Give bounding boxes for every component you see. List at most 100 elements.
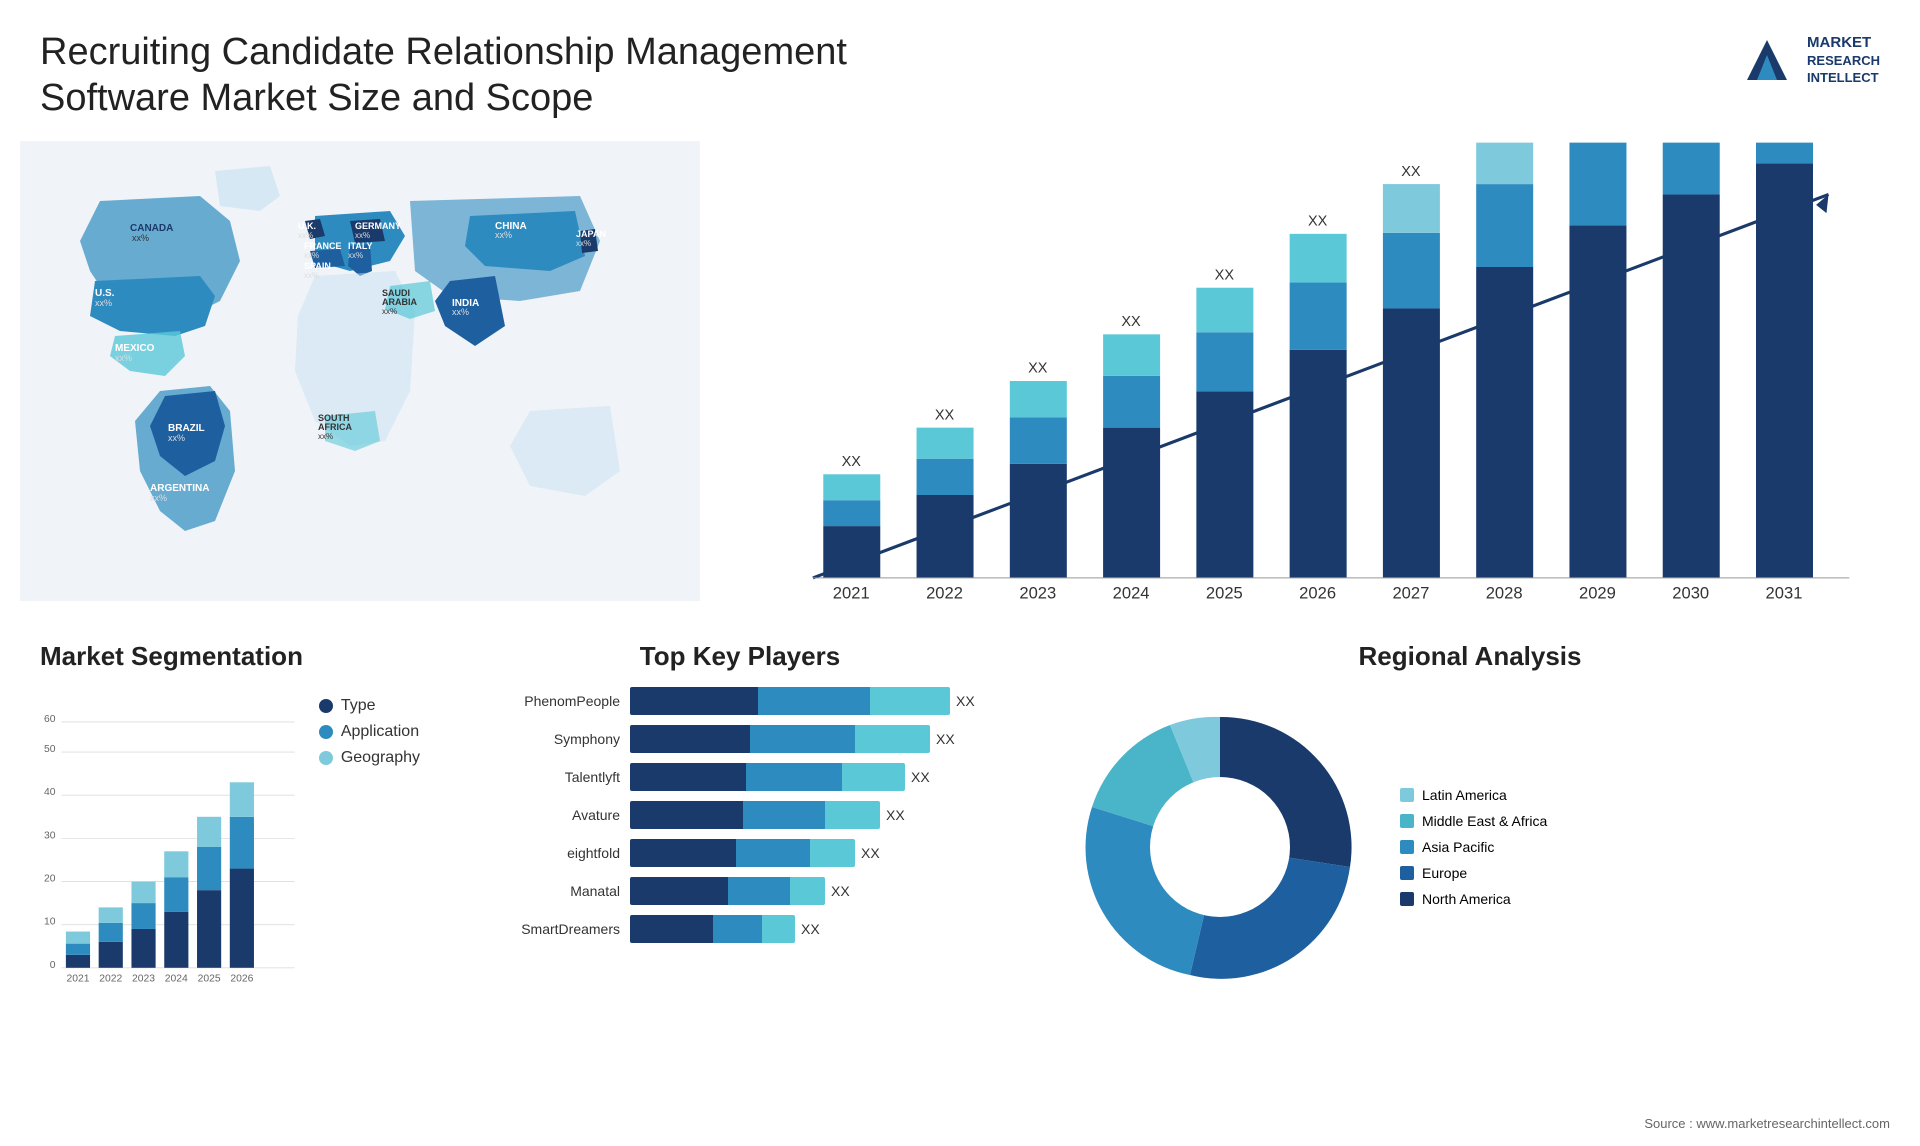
player-bar-container: XX bbox=[630, 725, 1000, 753]
svg-text:SPAIN: SPAIN bbox=[304, 261, 331, 271]
legend-dot-geography bbox=[319, 751, 333, 765]
svg-text:xx%: xx% bbox=[304, 271, 319, 280]
players-section: Top Key Players PhenomPeople XX Symphony bbox=[460, 631, 1020, 1121]
segmentation-chart: 0 10 20 30 40 50 60 bbox=[40, 687, 299, 1007]
svg-text:2028: 2028 bbox=[1486, 584, 1523, 603]
regional-legend-dot bbox=[1400, 892, 1414, 906]
player-bar bbox=[630, 763, 905, 791]
world-map: CANADA xx% U.S. xx% MEXICO xx% BRAZIL xx… bbox=[20, 141, 700, 601]
svg-text:xx%: xx% bbox=[304, 251, 319, 260]
svg-text:AFRICA: AFRICA bbox=[318, 422, 352, 432]
svg-text:FRANCE: FRANCE bbox=[304, 241, 342, 251]
svg-text:xx%: xx% bbox=[495, 230, 512, 240]
svg-text:xx%: xx% bbox=[168, 433, 185, 443]
player-name: Talentlyft bbox=[480, 769, 620, 785]
logo-icon bbox=[1737, 30, 1797, 90]
svg-text:xx%: xx% bbox=[150, 493, 167, 503]
svg-text:2022: 2022 bbox=[926, 584, 963, 603]
regional-section: Regional Analysis bbox=[1040, 631, 1900, 1121]
svg-text:2023: 2023 bbox=[1019, 584, 1056, 603]
player-bar-container: XX bbox=[630, 877, 1000, 905]
regional-legend-item-europe: Europe bbox=[1400, 865, 1547, 881]
svg-text:XX: XX bbox=[842, 454, 862, 470]
regional-legend-item-north-america: North America bbox=[1400, 891, 1547, 907]
source-text: Source : www.marketresearchintellect.com bbox=[1644, 1116, 1890, 1131]
player-row: Manatal XX bbox=[480, 877, 1000, 905]
logo-text: MARKET RESEARCH INTELLECT bbox=[1807, 33, 1880, 86]
svg-text:XX: XX bbox=[935, 408, 955, 424]
player-bar bbox=[630, 687, 950, 715]
player-bar bbox=[630, 877, 825, 905]
svg-text:xx%: xx% bbox=[132, 233, 149, 243]
page-title: Recruiting Candidate Relationship Manage… bbox=[40, 30, 940, 121]
player-name: PhenomPeople bbox=[480, 693, 620, 709]
player-name: SmartDreamers bbox=[480, 921, 620, 937]
legend-dot-type bbox=[319, 699, 333, 713]
player-name: eightfold bbox=[480, 845, 620, 861]
player-bar bbox=[630, 801, 880, 829]
regional-legend-dot bbox=[1400, 866, 1414, 880]
player-bar-container: XX bbox=[630, 687, 1000, 715]
svg-text:xx%: xx% bbox=[382, 307, 397, 316]
svg-text:2025: 2025 bbox=[1206, 584, 1243, 603]
svg-text:2025: 2025 bbox=[198, 974, 221, 985]
svg-text:ARABIA: ARABIA bbox=[382, 297, 417, 307]
regional-title: Regional Analysis bbox=[1060, 641, 1880, 672]
segmentation-legend: Type Application Geography bbox=[319, 697, 420, 767]
svg-text:XX: XX bbox=[1121, 314, 1141, 330]
svg-text:2022: 2022 bbox=[99, 974, 122, 985]
player-bar bbox=[630, 839, 855, 867]
donut-container: Latin America Middle East & Africa Asia … bbox=[1060, 687, 1880, 1007]
svg-text:GERMANY: GERMANY bbox=[355, 221, 401, 231]
svg-text:2030: 2030 bbox=[1672, 584, 1709, 603]
player-bar-container: XX bbox=[630, 839, 1000, 867]
donut-chart bbox=[1070, 697, 1370, 997]
svg-text:2027: 2027 bbox=[1392, 584, 1429, 603]
svg-text:xx%: xx% bbox=[115, 353, 132, 363]
legend-item-application: Application bbox=[319, 723, 420, 741]
player-row: eightfold XX bbox=[480, 839, 1000, 867]
regional-legend: Latin America Middle East & Africa Asia … bbox=[1400, 787, 1547, 907]
legend-item-type: Type bbox=[319, 697, 420, 715]
svg-text:2024: 2024 bbox=[165, 974, 188, 985]
regional-legend-item-latin-america: Latin America bbox=[1400, 787, 1547, 803]
map-section: CANADA xx% U.S. xx% MEXICO xx% BRAZIL xx… bbox=[20, 141, 700, 601]
legend-item-geography: Geography bbox=[319, 749, 420, 767]
player-bar-container: XX bbox=[630, 801, 1000, 829]
svg-text:0: 0 bbox=[50, 960, 56, 971]
player-bar-container: XX bbox=[630, 915, 1000, 943]
bottom-content: Market Segmentation 0 10 20 30 40 50 60 bbox=[0, 621, 1920, 1121]
svg-text:2021: 2021 bbox=[66, 974, 89, 985]
svg-text:2023: 2023 bbox=[132, 974, 155, 985]
regional-legend-item-asia-pacific: Asia Pacific bbox=[1400, 839, 1547, 855]
svg-text:XX: XX bbox=[1028, 361, 1048, 377]
player-row: PhenomPeople XX bbox=[480, 687, 1000, 715]
svg-text:30: 30 bbox=[44, 831, 56, 842]
player-name: Symphony bbox=[480, 731, 620, 747]
svg-text:2029: 2029 bbox=[1579, 584, 1616, 603]
main-content: CANADA xx% U.S. xx% MEXICO xx% BRAZIL xx… bbox=[0, 141, 1920, 621]
svg-text:xx%: xx% bbox=[576, 239, 591, 248]
growth-chart-section: XX XX XX XX XX XX bbox=[700, 141, 1900, 621]
player-row: SmartDreamers XX bbox=[480, 915, 1000, 943]
svg-text:xx%: xx% bbox=[355, 231, 370, 240]
regional-legend-item-mea: Middle East & Africa bbox=[1400, 813, 1547, 829]
svg-text:xx%: xx% bbox=[95, 298, 112, 308]
svg-text:20: 20 bbox=[44, 874, 56, 885]
svg-text:xx%: xx% bbox=[452, 307, 469, 317]
svg-text:40: 40 bbox=[44, 787, 56, 798]
segmentation-wrapper: 0 10 20 30 40 50 60 bbox=[40, 687, 420, 1007]
svg-text:JAPAN: JAPAN bbox=[576, 229, 606, 239]
player-row: Symphony XX bbox=[480, 725, 1000, 753]
player-name: Manatal bbox=[480, 883, 620, 899]
svg-text:50: 50 bbox=[44, 744, 56, 755]
svg-text:2026: 2026 bbox=[230, 974, 253, 985]
header: Recruiting Candidate Relationship Manage… bbox=[0, 0, 1920, 141]
player-bar bbox=[630, 725, 930, 753]
svg-text:2024: 2024 bbox=[1113, 584, 1150, 603]
svg-text:2026: 2026 bbox=[1299, 584, 1336, 603]
logo-area: MARKET RESEARCH INTELLECT bbox=[1737, 30, 1880, 90]
growth-chart: XX XX XX XX XX XX bbox=[730, 141, 1870, 621]
svg-text:XX: XX bbox=[1215, 268, 1235, 284]
svg-text:XX: XX bbox=[1401, 164, 1421, 180]
